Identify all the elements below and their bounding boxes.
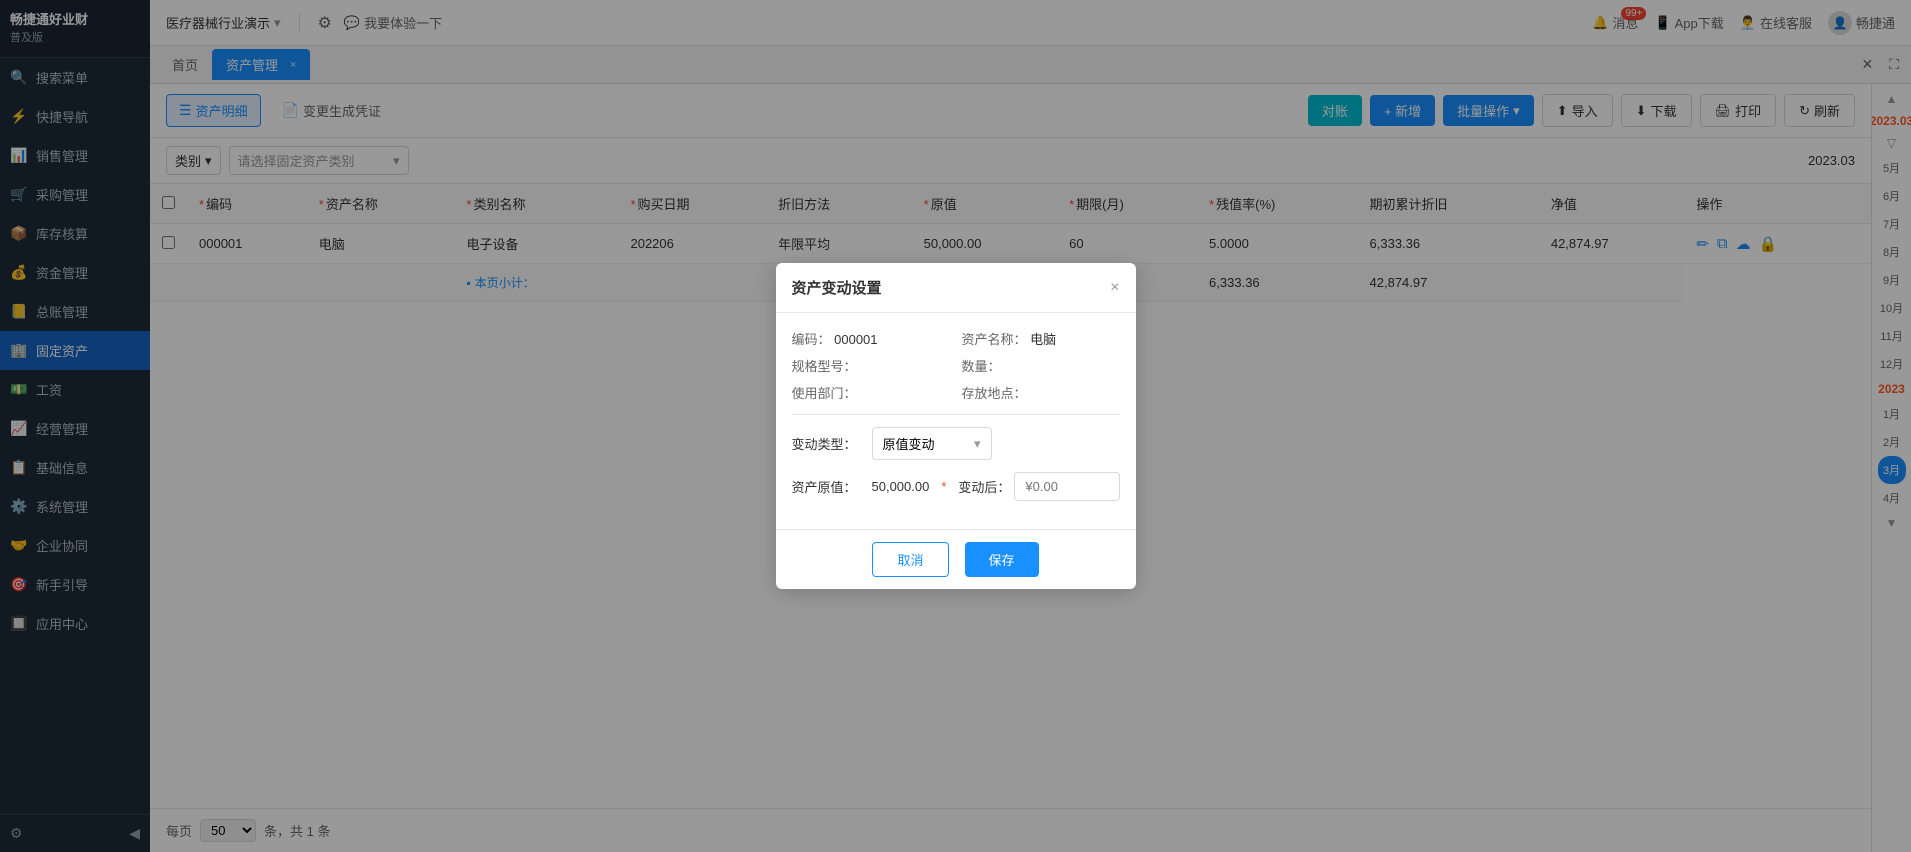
original-value-field: 资产原值： 50,000.00 * 变动后： — [792, 472, 1120, 501]
location-label: 存放地点： — [962, 386, 1027, 401]
dialog-asset-name: 资产名称： 电脑 — [962, 329, 1120, 348]
change-type-select[interactable]: 原值变动 ▾ — [872, 427, 992, 460]
spec-label: 规格型号： — [792, 359, 857, 374]
change-type-label: 变动类型： — [792, 434, 872, 453]
dialog-info-grid: 编码： 000001 资产名称： 电脑 规格型号： 数量： 使用部门： — [792, 329, 1120, 402]
change-type-value: 原值变动 — [883, 434, 935, 453]
dialog-close-button[interactable]: × — [1110, 279, 1119, 297]
after-change-label: 变动后： — [958, 477, 1010, 496]
original-value-display: 50,000.00 — [872, 479, 930, 494]
after-change-star: * — [941, 479, 946, 494]
dialog-quantity: 数量： — [962, 356, 1120, 375]
dialog-footer: 取消 保存 — [776, 529, 1136, 589]
original-value-label: 资产原值： — [792, 477, 872, 496]
dialog-spec: 规格型号： — [792, 356, 950, 375]
dialog-dept: 使用部门： — [792, 383, 950, 402]
dept-label: 使用部门： — [792, 386, 857, 401]
cancel-button[interactable]: 取消 — [872, 542, 948, 577]
code-value: 000001 — [834, 332, 877, 347]
code-label: 编码： — [792, 332, 831, 347]
asset-change-dialog: 资产变动设置 × 编码： 000001 资产名称： 电脑 规格型号： 数量： — [776, 263, 1136, 589]
asset-name-value: 电脑 — [1030, 332, 1056, 347]
after-change-input[interactable] — [1014, 472, 1119, 501]
save-button[interactable]: 保存 — [965, 542, 1039, 577]
dialog-title: 资产变动设置 — [792, 277, 882, 298]
dialog-code: 编码： 000001 — [792, 329, 950, 348]
dialog-divider — [792, 414, 1120, 415]
dialog-header: 资产变动设置 × — [776, 263, 1136, 313]
dialog-body: 编码： 000001 资产名称： 电脑 规格型号： 数量： 使用部门： — [776, 313, 1136, 529]
quantity-label: 数量： — [962, 359, 1001, 374]
dialog-location: 存放地点： — [962, 383, 1120, 402]
asset-name-label: 资产名称： — [962, 332, 1027, 347]
change-type-field: 变动类型： 原值变动 ▾ — [792, 427, 1120, 460]
change-type-dropdown-icon: ▾ — [974, 436, 981, 452]
modal-overlay: 资产变动设置 × 编码： 000001 资产名称： 电脑 规格型号： 数量： — [0, 0, 1911, 852]
